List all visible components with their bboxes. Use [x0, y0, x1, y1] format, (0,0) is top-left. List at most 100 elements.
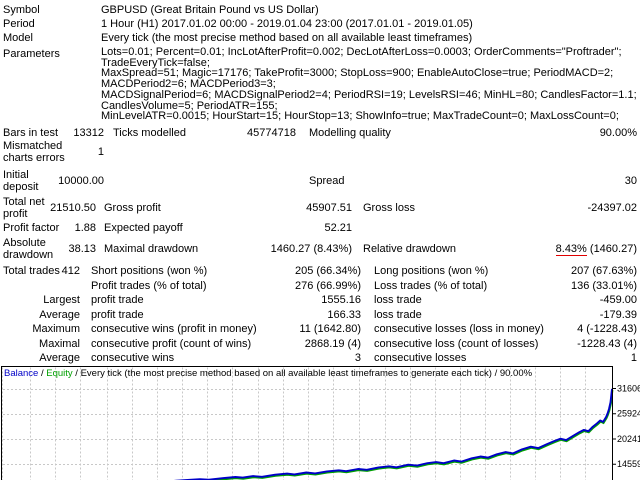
relative-drawdown-value: 8.43% (1460.27)	[555, 242, 637, 256]
average-loss-label: loss trade	[374, 308, 422, 321]
profit-factor-value: 1.88	[74, 222, 96, 235]
initial-deposit-label: Initial deposit	[3, 168, 39, 193]
long-positions-value: 207 (67.63%)	[570, 265, 637, 278]
model-label: Model	[3, 32, 33, 44]
avg-consecutive-wins-value: 3	[354, 352, 361, 365]
mismatched-label: Mismatched charts errors	[3, 139, 65, 164]
ticks-modelled-value: 45774718	[247, 126, 296, 139]
maximal-drawdown-label: Maximal drawdown	[104, 242, 199, 255]
parameters-row: Parameters Lots=0.01; Percent=0.01; IncL…	[0, 46, 640, 123]
total-net-profit-value: 21510.50	[50, 201, 96, 214]
average-label: Average	[39, 308, 80, 321]
parameters-line: MACDSignalPeriod=6; MACDSignalPeriod2=4;…	[101, 88, 637, 112]
gross-profit-value: 45907.51	[306, 201, 352, 214]
consecutive-profit-count-label: consecutive profit (count of wins)	[91, 337, 252, 350]
period-row: Period 1 Hour (H1) 2017.01.02 00:00 - 20…	[0, 17, 640, 31]
largest-trade-row: Largest profit trade 1555.16 loss trade …	[0, 293, 640, 308]
balance-equity-chart: 3160625924202411455988760193653718810512…	[0, 366, 640, 480]
bars-in-test-value: 13312	[73, 126, 104, 139]
largest-label: Largest	[43, 294, 80, 307]
y-axis-label: 20241	[617, 434, 640, 444]
spread-label: Spread	[309, 174, 345, 187]
y-axis-label: 31606	[617, 384, 640, 394]
relative-drawdown-amount: (1460.27)	[586, 242, 637, 255]
modelling-quality-value: 90.00%	[599, 126, 637, 139]
parameters-line: MaxSpread=51; Magic=17176; TakeProfit=30…	[101, 67, 614, 91]
maximum-label: Maximum	[32, 323, 80, 336]
spread-value: 30	[624, 174, 637, 187]
largest-loss-value: -459.00	[599, 294, 637, 307]
relative-drawdown-pct: 8.43%	[555, 242, 587, 256]
consecutive-wins-money-label: consecutive wins (profit in money)	[91, 323, 257, 336]
largest-loss-label: loss trade	[374, 294, 422, 307]
chart-legend: Balance / Equity / Every tick (the most …	[4, 368, 533, 379]
profit-trades-value: 276 (66.99%)	[294, 279, 361, 292]
model-row: Model Every tick (the most precise metho…	[0, 31, 640, 45]
largest-profit-label: profit trade	[91, 294, 144, 307]
total-net-profit-label: Total net profit	[3, 195, 45, 220]
mismatched-charts-row: Mismatched charts errors 1	[0, 140, 640, 164]
total-trades-value: 412	[61, 265, 80, 278]
absolute-drawdown-label: Absolute drawdown	[3, 236, 54, 261]
average-loss-value: -179.39	[599, 308, 637, 321]
gross-loss-label: Gross loss	[363, 201, 415, 214]
mismatched-value: 1	[97, 145, 104, 158]
profit-factor-row: Profit factor 1.88 Expected payoff 52.21	[0, 220, 640, 237]
bars-in-test-row: Bars in test 13312 Ticks modelled 457747…	[0, 126, 640, 140]
y-axis-label: 25924	[617, 409, 640, 419]
period-label: Period	[3, 18, 35, 30]
ticks-modelled-label: Ticks modelled	[113, 126, 186, 139]
avg-consecutive-label: Average	[39, 352, 80, 365]
long-positions-label: Long positions (won %)	[374, 265, 489, 278]
gross-profit-label: Gross profit	[104, 201, 161, 214]
consecutive-loss-count-label: consecutive loss (count of losses)	[374, 337, 539, 350]
symbol-label: Symbol	[3, 4, 40, 16]
modelling-quality-label: Modelling quality	[309, 126, 391, 139]
total-trades-label: Total trades	[3, 265, 60, 278]
parameters-line: Lots=0.01; Percent=0.01; IncLotAfterProf…	[101, 46, 622, 69]
loss-trades-label: Loss trades (% of total)	[374, 279, 488, 292]
period-value: 1 Hour (H1) 2017.01.02 00:00 - 2019.01.0…	[101, 18, 473, 30]
maximal-consecutive-row: Maximal consecutive profit (count of win…	[0, 336, 640, 351]
parameters-value: Lots=0.01; Percent=0.01; IncLotAfterProf…	[101, 46, 640, 123]
symbol-row: Symbol GBPUSD (Great Britain Pound vs US…	[0, 3, 640, 17]
avg-consecutive-wins-label: consecutive wins	[91, 352, 175, 365]
drawdown-row: Absolute drawdown 38.13 Maximal drawdown…	[0, 237, 640, 261]
profit-trades-row: Profit trades (% of total) 276 (66.99%) …	[0, 278, 640, 293]
average-profit-value: 166.33	[327, 308, 361, 321]
consecutive-wins-money-value: 11 (1642.80)	[299, 323, 361, 336]
average-consecutive-row: Average consecutive wins 3 consecutive l…	[0, 351, 640, 366]
bars-in-test-label: Bars in test	[3, 126, 59, 139]
expected-payoff-label: Expected payoff	[104, 222, 183, 235]
consecutive-losses-money-value: 4 (-1228.43)	[577, 323, 637, 336]
profit-trades-label: Profit trades (% of total)	[91, 279, 207, 292]
parameters-label: Parameters	[3, 48, 60, 60]
net-profit-row: Total net profit 21510.50 Gross profit 4…	[0, 196, 640, 220]
gross-loss-value: -24397.02	[587, 201, 637, 214]
y-axis-label: 14559	[617, 460, 640, 470]
relative-drawdown-label: Relative drawdown	[363, 242, 456, 255]
avg-consecutive-losses-value: 1	[630, 352, 637, 365]
chart-svg: 3160625924202411455988760193653718810512…	[0, 366, 640, 480]
parameters-line: MinLevelATR=0.0015; HourStart=15; HourSt…	[101, 110, 619, 123]
largest-profit-value: 1555.16	[321, 294, 361, 307]
trades-section: Total trades 412 Short positions (won %)…	[0, 264, 640, 366]
short-positions-label: Short positions (won %)	[91, 265, 208, 278]
maximal-drawdown-value: 1460.27 (8.43%)	[270, 242, 352, 255]
absolute-drawdown-value: 38.13	[68, 242, 96, 255]
symbol-value: GBPUSD (Great Britain Pound vs US Dollar…	[101, 4, 319, 16]
strategy-tester-report: Symbol GBPUSD (Great Britain Pound vs US…	[0, 0, 640, 480]
consecutive-profit-count-value: 2868.19 (4)	[304, 337, 361, 350]
maximal-label: Maximal	[39, 337, 80, 350]
loss-trades-value: 136 (33.01%)	[570, 279, 637, 292]
average-trade-row: Average profit trade 166.33 loss trade -…	[0, 307, 640, 322]
initial-deposit-value: 10000.00	[58, 174, 104, 187]
consecutive-loss-count-value: -1228.43 (4)	[577, 337, 637, 350]
profit-section: Total net profit 21510.50 Gross profit 4…	[0, 196, 640, 261]
expected-payoff-value: 52.21	[324, 222, 352, 235]
total-trades-row: Total trades 412 Short positions (won %)…	[0, 264, 640, 279]
avg-consecutive-losses-label: consecutive losses	[374, 352, 467, 365]
test-quality-section: Bars in test 13312 Ticks modelled 457747…	[0, 126, 640, 193]
consecutive-losses-money-label: consecutive losses (loss in money)	[374, 323, 544, 336]
average-profit-label: profit trade	[91, 308, 144, 321]
